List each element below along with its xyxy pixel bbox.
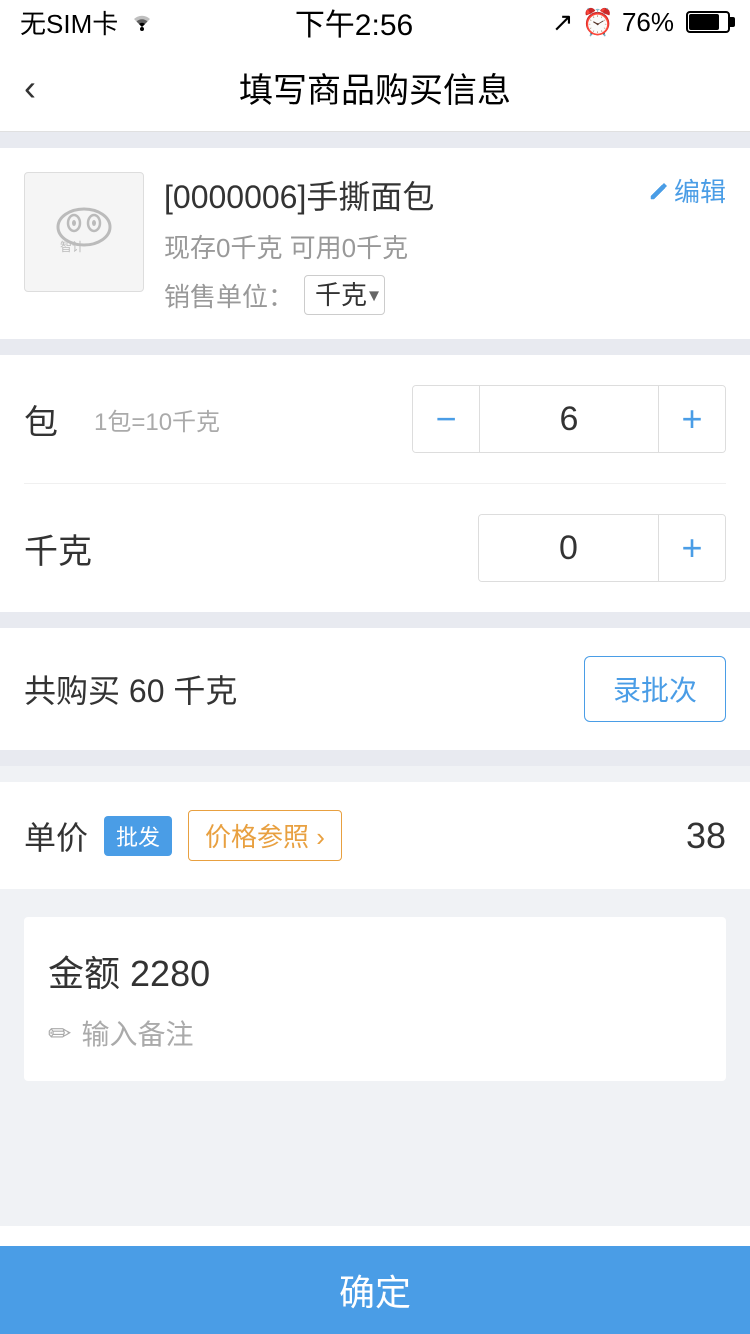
quantity-controls-kg: + — [478, 514, 726, 582]
amount-text: 金额 2280 — [48, 945, 702, 997]
divider-total — [0, 612, 750, 628]
quantity-input-bao[interactable] — [479, 386, 659, 452]
status-bar: 无SIM卡 下午2:56 ↗ ⏰ 76% — [0, 0, 750, 44]
quantity-input-kg[interactable] — [479, 515, 659, 581]
divider-mid — [0, 339, 750, 355]
battery-percent: 76% — [622, 7, 674, 38]
time-display: 下午2:56 — [295, 0, 413, 44]
location-icon: ↗ — [552, 7, 574, 38]
alarm-icon: ⏰ — [582, 7, 614, 38]
price-label: 单价 — [24, 813, 88, 859]
quantity-row-bao: 包 1包=10千克 − + — [24, 355, 726, 484]
svg-text:智计: 智计 — [60, 239, 84, 254]
back-button[interactable]: ‹ — [24, 67, 36, 109]
quantity-label-kg: 千克 — [24, 524, 92, 573]
amount-section: 金额 2280 ✏ 输入备注 — [0, 889, 750, 1226]
batch-button[interactable]: 录批次 — [584, 656, 726, 722]
quantity-section: 包 1包=10千克 − + 千克 + — [0, 355, 750, 612]
remark-row[interactable]: ✏ 输入备注 — [48, 1013, 702, 1053]
status-left: 无SIM卡 — [20, 4, 156, 41]
unit-label: 销售单位： — [164, 277, 294, 314]
product-info: [0000006]手撕面包 编辑 现存0千克 可用0千克 销售单位： 千克 — [164, 172, 726, 315]
divider-top — [0, 132, 750, 148]
quantity-label-bao: 包 — [24, 395, 84, 444]
divider-price — [0, 750, 750, 766]
remark-text: 输入备注 — [81, 1013, 193, 1053]
increment-button-kg[interactable]: + — [659, 515, 725, 581]
confirm-button[interactable]: 确定 — [0, 1246, 750, 1334]
edit-icon — [648, 180, 670, 202]
price-tag: 批发 — [104, 816, 172, 856]
product-image: 智计 — [24, 172, 144, 292]
quantity-row-kg: 千克 + — [24, 484, 726, 612]
total-row: 共购买 60 千克 录批次 — [0, 628, 750, 750]
edit-button[interactable]: 编辑 — [648, 172, 726, 209]
wifi-icon — [128, 7, 156, 38]
price-ref-button[interactable]: 价格参照 › — [188, 810, 342, 861]
product-logo: 智计 — [54, 207, 114, 257]
battery-icon — [686, 11, 730, 33]
status-right: ↗ ⏰ 76% — [552, 7, 730, 38]
price-value: 38 — [686, 815, 726, 857]
bottom-bar: 确定 — [0, 1226, 750, 1334]
unit-select[interactable]: 千克 — [304, 275, 385, 315]
product-name: [0000006]手撕面包 — [164, 172, 434, 218]
remark-icon: ✏ — [48, 1017, 71, 1050]
product-unit-row: 销售单位： 千克 — [164, 275, 726, 315]
product-stock: 现存0千克 可用0千克 — [164, 228, 726, 265]
price-section: 单价 批发 价格参照 › 38 — [0, 782, 750, 889]
product-card: 智计 [0000006]手撕面包 编辑 现存0千克 可用0千克 销售单位： 千克 — [0, 148, 750, 339]
quantity-sublabel-bao: 1包=10千克 — [94, 402, 220, 437]
decrement-button-bao[interactable]: − — [413, 386, 479, 452]
unit-select-wrapper[interactable]: 千克 — [304, 275, 385, 315]
carrier-text: 无SIM卡 — [20, 4, 118, 41]
total-text: 共购买 60 千克 — [24, 666, 237, 712]
quantity-controls-bao: − + — [412, 385, 726, 453]
increment-button-bao[interactable]: + — [659, 386, 725, 452]
page-title: 填写商品购买信息 — [239, 63, 511, 112]
nav-bar: ‹ 填写商品购买信息 — [0, 44, 750, 132]
amount-row: 金额 2280 ✏ 输入备注 — [24, 917, 726, 1081]
